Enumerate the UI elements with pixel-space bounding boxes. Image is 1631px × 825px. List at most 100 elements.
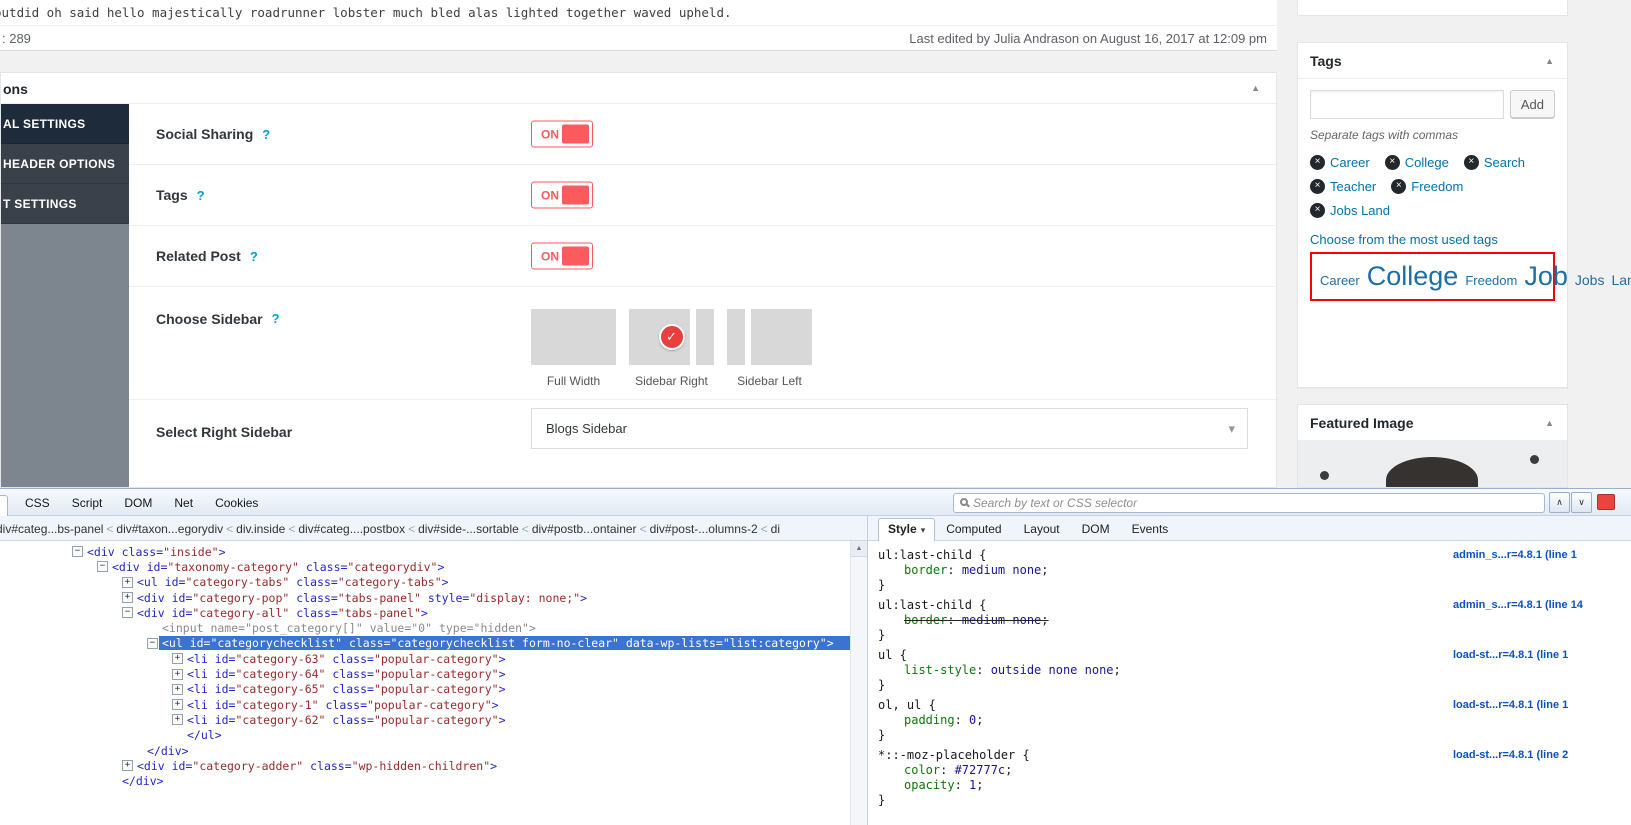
collapse-twisty-icon[interactable]: − xyxy=(147,637,158,649)
devtools-search-input[interactable] xyxy=(969,496,1544,510)
remove-tag-icon[interactable]: × xyxy=(1310,155,1325,170)
scroll-up-icon[interactable]: ▲ xyxy=(851,541,867,557)
remove-tag-icon[interactable]: × xyxy=(1463,155,1479,170)
css-declaration[interactable]: color: #72777c; xyxy=(878,763,1631,778)
devtools-tab-cookies[interactable]: Cookies xyxy=(204,492,269,514)
html-tree-node[interactable]: + <li id="category-1" class="popular-cate… xyxy=(0,697,850,712)
sidebar-option-sidebar-right[interactable]: ✓ Sidebar Right xyxy=(629,309,714,388)
help-icon[interactable]: ? xyxy=(262,127,270,142)
devtools-search[interactable] xyxy=(953,493,1545,513)
tag-cloud-item[interactable]: Freedom xyxy=(1465,273,1517,288)
featured-image[interactable] xyxy=(1298,441,1567,487)
sidebar-option-sidebar-left[interactable]: Sidebar Left xyxy=(727,309,812,388)
settings-tab-t-settings[interactable]: T SETTINGS xyxy=(1,184,129,224)
collapse-twisty-icon[interactable]: − xyxy=(122,607,133,619)
tree-scrollbar[interactable]: ▲ xyxy=(850,541,867,825)
toggle-related-post[interactable]: ON xyxy=(531,242,593,270)
tag-cloud-item[interactable]: Jobs xyxy=(1575,272,1605,288)
devtools-tab-css[interactable]: CSS xyxy=(14,492,61,514)
tags-box-header[interactable]: Tags ▲ xyxy=(1298,43,1567,79)
devtools-tab-net[interactable]: Net xyxy=(163,492,204,514)
style-panel-tab-layout[interactable]: Layout xyxy=(1013,517,1071,541)
expand-twisty-icon[interactable]: + xyxy=(172,683,183,695)
add-tag-button[interactable]: Add xyxy=(1509,90,1555,118)
html-tree-node[interactable]: − <div id="category-all" class="tabs-pane… xyxy=(0,605,850,620)
html-tree-node[interactable]: − <div id="taxonomy-category" class="cate… xyxy=(0,559,850,574)
toggle-social-sharing[interactable]: ON xyxy=(531,120,593,148)
html-tree-node[interactable]: </div> xyxy=(0,743,850,758)
tag-cloud-item[interactable]: Career xyxy=(1320,273,1360,288)
expand-twisty-icon[interactable]: + xyxy=(172,714,183,726)
remove-tag-icon[interactable]: × xyxy=(1391,179,1407,194)
html-tree-node[interactable]: + <div id="category-adder" class="wp-hidd… xyxy=(0,758,850,773)
breadcrumb-item[interactable]: div.inside xyxy=(233,522,288,536)
help-icon[interactable]: ? xyxy=(250,249,258,264)
html-tree-node[interactable]: − <div class="inside"> xyxy=(0,544,850,559)
html-tree-node[interactable]: </ul> xyxy=(0,728,850,743)
options-header[interactable]: ons ▲ xyxy=(1,73,1276,104)
expand-twisty-icon[interactable]: + xyxy=(172,653,183,665)
devtools-tab-script[interactable]: Script xyxy=(61,492,114,514)
post-content-editor[interactable]: outdid oh said hello majestically roadru… xyxy=(0,0,1277,25)
devtools-close-button[interactable] xyxy=(1597,494,1615,510)
collapse-arrow-icon[interactable]: ▲ xyxy=(1545,418,1554,428)
css-declaration[interactable]: border: medium none; xyxy=(878,563,1631,578)
settings-tab-header-options[interactable]: HEADER OPTIONS xyxy=(1,144,129,184)
expand-twisty-icon[interactable]: + xyxy=(172,699,183,711)
css-source-link[interactable]: admin_s...r=4.8.1 (line 14 xyxy=(1453,599,1583,611)
breadcrumb-item[interactable]: di xyxy=(768,522,783,536)
devtools-tab-dom[interactable]: DOM xyxy=(113,492,163,514)
breadcrumb-item[interactable]: div#postb...ontainer xyxy=(529,522,640,536)
tag-cloud-item[interactable]: College xyxy=(1367,261,1459,291)
breadcrumb-item[interactable]: div#post-...olumns-2 xyxy=(647,522,761,536)
tag-cloud-item[interactable]: Land xyxy=(1611,272,1631,288)
help-icon[interactable]: ? xyxy=(272,311,280,326)
html-tree-node[interactable]: + <li id="category-65" class="popular-cat… xyxy=(0,682,850,697)
css-source-link[interactable]: load-st...r=4.8.1 (line 1 xyxy=(1453,649,1568,661)
breadcrumb-item[interactable]: div#categ...bs-panel xyxy=(0,522,106,536)
breadcrumb-item[interactable]: div#taxon...egorydiv xyxy=(113,522,226,536)
html-tree-node[interactable]: + <li id="category-64" class="popular-cat… xyxy=(0,666,850,681)
new-tag-input[interactable] xyxy=(1310,90,1504,119)
html-tree-node[interactable]: </div> xyxy=(0,773,850,788)
css-declaration[interactable]: padding: 0; xyxy=(878,713,1631,728)
featured-image-header[interactable]: Featured Image ▲ xyxy=(1298,405,1567,441)
expand-twisty-icon[interactable]: + xyxy=(122,592,133,604)
remove-tag-icon[interactable]: × xyxy=(1310,179,1325,194)
remove-tag-icon[interactable]: × xyxy=(1310,203,1325,218)
style-panel-tab-style[interactable]: Style ▾ xyxy=(878,518,936,542)
remove-tag-icon[interactable]: × xyxy=(1384,155,1400,170)
html-tree-node[interactable]: <input name="post_category[]" value="0" … xyxy=(0,620,850,635)
html-tree-node[interactable]: + <ul id="category-tabs" class="category-… xyxy=(0,575,850,590)
settings-tab-al-settings[interactable]: AL SETTINGS xyxy=(1,104,129,144)
search-next-button[interactable]: ∨ xyxy=(1571,492,1592,513)
expand-twisty-icon[interactable]: + xyxy=(122,576,133,588)
collapse-twisty-icon[interactable]: − xyxy=(72,546,83,558)
css-source-link[interactable]: load-st...r=4.8.1 (line 2 xyxy=(1453,749,1568,761)
css-declaration[interactable]: opacity: 1; xyxy=(878,778,1631,793)
style-panel-tab-dom[interactable]: DOM xyxy=(1071,517,1121,541)
tag-cloud-item[interactable]: Job xyxy=(1524,261,1568,291)
breadcrumb-item[interactable]: div#categ....postbox xyxy=(295,522,408,536)
style-panel-tab-events[interactable]: Events xyxy=(1121,517,1180,541)
collapse-arrow-icon[interactable]: ▲ xyxy=(1251,83,1260,93)
expand-twisty-icon[interactable]: + xyxy=(172,668,183,680)
html-tree-node[interactable]: − <ul id="categorychecklist" class="categ… xyxy=(0,636,850,651)
collapse-arrow-icon[interactable]: ▲ xyxy=(1545,56,1554,66)
css-declaration[interactable]: list-style: outside none none; xyxy=(878,663,1631,678)
html-tree-node[interactable]: + <li id="category-63" class="popular-cat… xyxy=(0,651,850,666)
css-source-link[interactable]: admin_s...r=4.8.1 (line 1 xyxy=(1453,549,1577,561)
style-panel-tab-computed[interactable]: Computed xyxy=(935,517,1012,541)
html-tree-node[interactable]: + <li id="category-62" class="popular-cat… xyxy=(0,712,850,727)
collapse-twisty-icon[interactable]: − xyxy=(97,561,108,573)
search-prev-button[interactable]: ∧ xyxy=(1549,492,1570,513)
most-used-tags-link[interactable]: Choose from the most used tags xyxy=(1310,232,1498,247)
help-icon[interactable]: ? xyxy=(197,188,205,203)
css-source-link[interactable]: load-st...r=4.8.1 (line 1 xyxy=(1453,699,1568,711)
css-declaration[interactable]: border: medium none; xyxy=(878,613,1631,628)
right-sidebar-select[interactable]: Blogs Sidebar ▾ xyxy=(531,408,1248,449)
partial-tab[interactable] xyxy=(0,495,8,516)
breadcrumb-item[interactable]: div#side-...sortable xyxy=(415,522,522,536)
html-tree-node[interactable]: + <div id="category-pop" class="tabs-pane… xyxy=(0,590,850,605)
expand-twisty-icon[interactable]: + xyxy=(122,760,133,772)
